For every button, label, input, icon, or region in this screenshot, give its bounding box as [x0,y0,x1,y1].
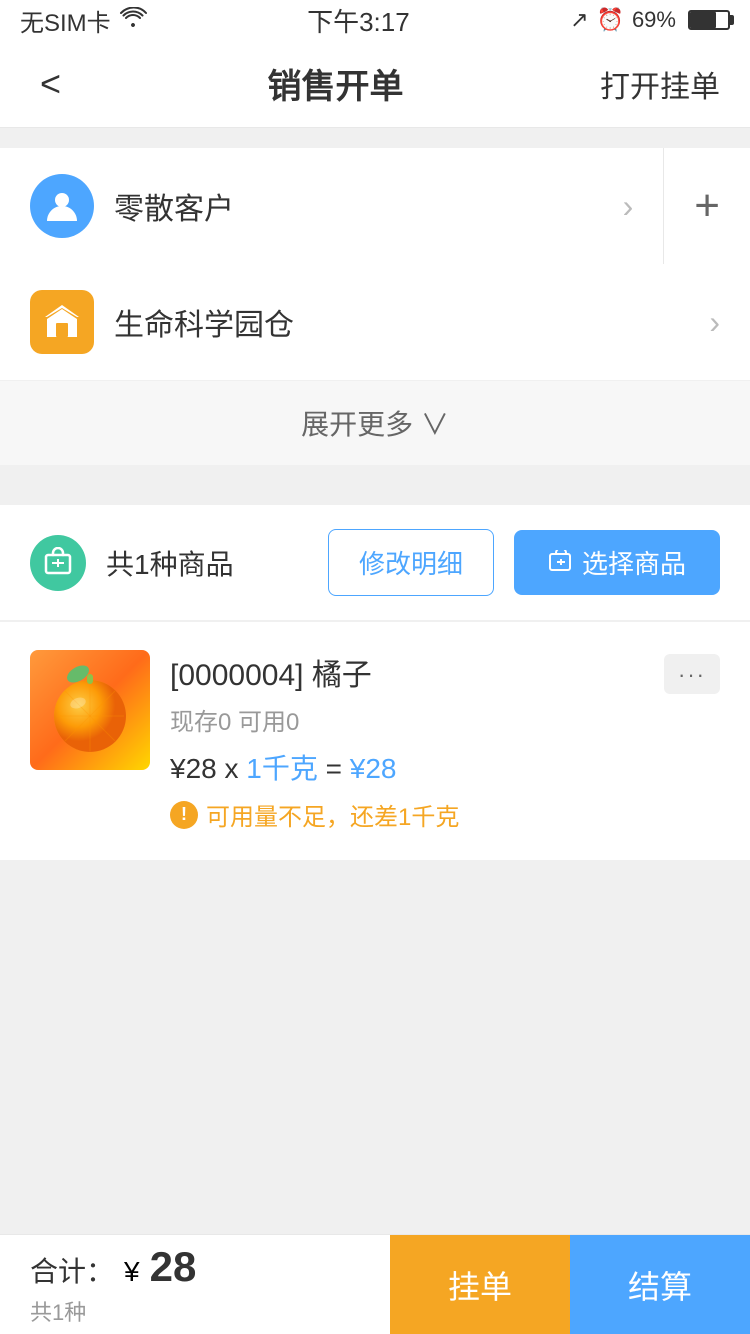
product-price: ¥28 x 1千克 = ¥28 [170,747,644,787]
product-id: [0000004] [170,659,303,692]
price-quantity: 1千克 [246,753,318,784]
status-left: 无SIM卡 [20,3,147,38]
status-bar: 无SIM卡 下午3:17 ↗ ⏰ 69% [0,0,750,40]
back-button[interactable]: < [30,53,71,115]
warning-icon: ! [170,801,198,829]
price-equals: = [326,753,350,784]
status-time: 下午3:17 [307,2,410,39]
divider-top [0,128,750,148]
product-count-text: 共1种商品 [106,543,308,583]
warehouse-chevron-icon: › [709,304,720,341]
customer-left[interactable]: 零散客户 › [0,148,664,264]
product-more-button[interactable]: ··· [664,654,720,694]
checkout-button[interactable]: 结算 [570,1235,750,1334]
customer-name: 零散客户 [114,184,623,228]
product-image [30,650,150,770]
page-title: 销售开单 [268,59,404,108]
select-product-button[interactable]: 选择商品 [514,530,720,595]
warehouse-name: 生命科学园仓 [114,300,709,344]
battery-percent: 69% [632,7,676,33]
expand-label: 展开更多 [301,409,413,440]
add-customer-button[interactable]: + [664,155,750,257]
location-icon: ↗ [570,7,588,33]
product-warning: ! 可用量不足，还差1千克 [170,797,644,832]
divider-mid [0,465,750,485]
status-right: ↗ ⏰ 69% [570,7,730,33]
product-header: 共1种商品 修改明细 选择商品 [0,505,750,620]
total-label: 合计： [30,1250,114,1290]
open-hang-button[interactable]: 打开挂单 [600,62,720,106]
currency-symbol: ¥ [124,1256,140,1288]
footer: 合计： ¥ 28 共1种 挂单 结算 [0,1234,750,1334]
price-total: ¥28 [350,753,397,784]
price-multiply: x [225,753,247,784]
alarm-icon: ⏰ [597,7,624,33]
product-name: [0000004] 橘子 [170,650,644,694]
nav-bar: < 销售开单 打开挂单 [0,40,750,128]
total-sub: 共1种 [30,1295,360,1327]
hang-button[interactable]: 挂单 [390,1235,570,1334]
footer-total: 合计： ¥ 28 共1种 [0,1235,390,1334]
customer-avatar [30,174,94,238]
expand-chevron-icon: ∨ [421,409,449,440]
total-row: 合计： ¥ 28 [30,1243,360,1291]
carrier-text: 无SIM卡 [20,3,111,38]
price-value: ¥28 [170,753,217,784]
battery-icon [688,10,730,30]
wifi-icon [119,6,147,34]
warning-text: 可用量不足，还差1千克 [206,797,459,832]
warehouse-icon [30,290,94,354]
content-area: 零散客户 › + 生命科学园仓 › 展开更多 ∨ [0,128,750,1320]
product-stock: 现存0 可用0 [170,702,644,737]
expand-more-button[interactable]: 展开更多 ∨ [0,381,750,465]
customer-section: 零散客户 › + [0,148,750,264]
customer-chevron-icon: › [623,188,634,225]
product-count-icon [30,535,86,591]
select-product-label: 选择商品 [582,544,686,581]
warehouse-row[interactable]: 生命科学园仓 › [0,264,750,381]
edit-detail-button[interactable]: 修改明细 [328,529,494,596]
product-item: [0000004] 橘子 现存0 可用0 ¥28 x 1千克 = ¥28 ! 可… [0,622,750,860]
total-amount: 28 [150,1243,197,1291]
product-info: [0000004] 橘子 现存0 可用0 ¥28 x 1千克 = ¥28 ! 可… [170,650,644,832]
